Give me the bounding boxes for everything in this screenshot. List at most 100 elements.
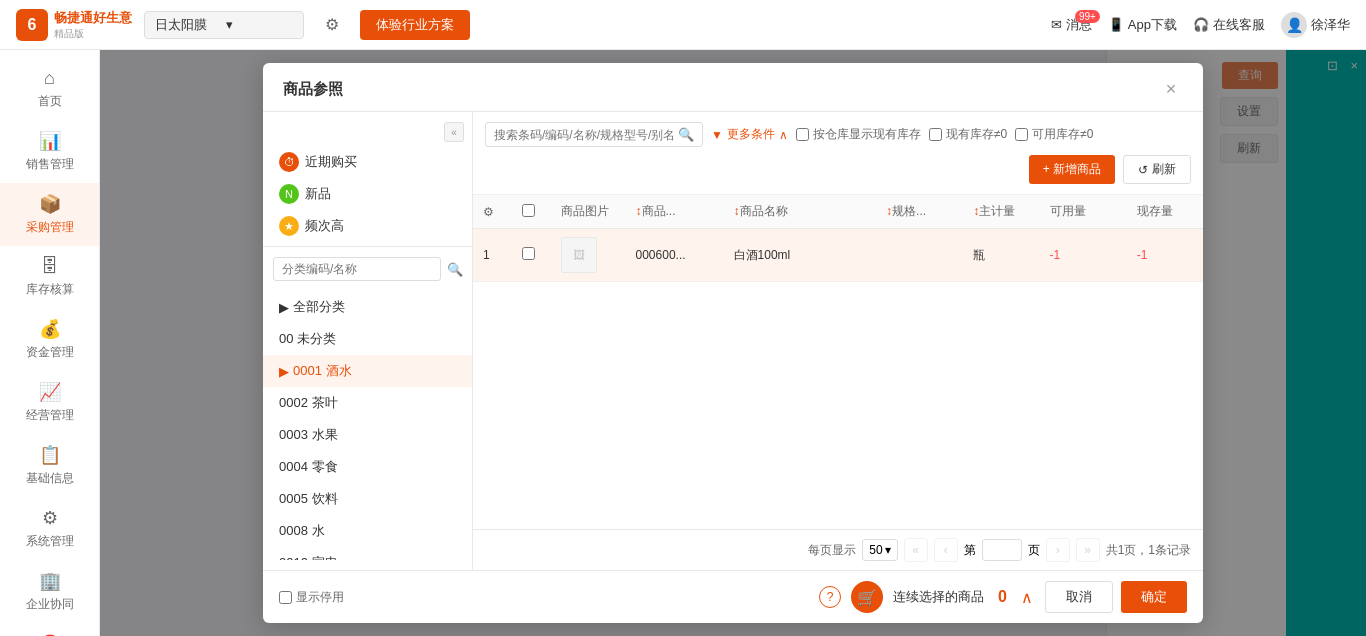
table-header: ⚙ 商品图片 ↕商品... ↕商品名称 [473,195,1203,229]
col-available-header: 可用量 [1040,195,1127,229]
modal-left-panel: « ⏱ 近期购买 N 新品 [263,112,473,570]
modal-close-btn[interactable]: × [1159,77,1183,101]
warehouse-checkbox[interactable] [796,128,809,141]
product-search-input[interactable] [494,128,674,142]
cart-btn[interactable]: 🛒 [851,581,883,613]
row-check[interactable] [512,229,551,282]
product-table: ⚙ 商品图片 ↕商品... ↕商品名称 [473,195,1203,282]
sidebar-item-inventory[interactable]: 🗄 库存核算 [0,246,99,308]
main-area: × ⊡ 查询 设置 刷新 商品参照 × [100,50,1366,636]
category-search-input[interactable] [273,257,441,281]
row-stock: -1 [1127,229,1203,282]
available-nonzero-checkbox[interactable] [929,128,942,141]
last-page-btn[interactable]: » [1076,538,1100,562]
nav-dropdown[interactable]: 日太阳膜 ▾ [144,11,304,39]
page-input[interactable]: 1 [982,539,1022,561]
category-00[interactable]: 00 未分类 [263,323,472,355]
sidebar-item-basic-info[interactable]: 📋 基础信息 [0,434,99,497]
show-disabled-checkbox[interactable] [279,591,292,604]
phone-icon: 📱 [1108,17,1124,32]
messages-btn[interactable]: ✉ 消息 99+ [1051,16,1092,34]
left-nav-new[interactable]: N 新品 [269,178,466,210]
modal-right-panel: 🔍 ▼ 更多条件 ∧ 按仓库显示现有库存 [473,112,1203,570]
message-badge: 99+ [1075,10,1100,23]
app-download-btn[interactable]: 📱 App下载 [1108,16,1177,34]
col-spec-header[interactable]: ↕规格... [876,195,963,229]
gear-button[interactable]: ⚙ [316,9,348,41]
available-nonzero-label[interactable]: 现有库存≠0 [929,126,1007,143]
category-0002[interactable]: 0002 茶叶 [263,387,472,419]
category-0010[interactable]: 0010 家电 [263,547,472,560]
col-img-header: 商品图片 [551,195,625,229]
col-name-header[interactable]: ↕商品名称 [724,195,877,229]
prev-page-btn[interactable]: ‹ [934,538,958,562]
user-avatar[interactable]: 👤 徐泽华 [1281,12,1350,38]
recent-icon: ⏱ [279,152,299,172]
select-all-checkbox[interactable] [522,204,535,217]
left-nav-freq[interactable]: ★ 频次高 [269,210,466,242]
trial-btn[interactable]: 体验行业方案 [360,10,470,40]
category-search: 🔍 [263,251,472,287]
sidebar-item-enterprise[interactable]: 🏢 企业协同 [0,560,99,623]
left-nav-recent[interactable]: ⏱ 近期购买 [269,146,466,178]
sidebar-item-purchase[interactable]: 📦 采购管理 [0,183,99,246]
per-page-chevron-icon: ▾ [885,543,891,557]
sort-icon2: ↕ [734,204,740,218]
sales-icon: 📊 [39,130,61,152]
refresh-icon: ↺ [1138,163,1148,177]
modal-title: 商品参照 [283,80,343,99]
add-product-btn[interactable]: + 新增商品 [1029,155,1115,184]
modal-header: 商品参照 × [263,63,1203,112]
category-0008[interactable]: 0008 水 [263,515,472,547]
footer-collapse-icon[interactable]: ∧ [1021,588,1033,607]
category-search-icon[interactable]: 🔍 [447,262,463,277]
sidebar-item-operations[interactable]: 📈 经营管理 [0,371,99,434]
online-service-btn[interactable]: 🎧 在线客服 [1193,16,1265,34]
col-code-header[interactable]: ↕商品... [626,195,724,229]
sidebar-item-system[interactable]: ⚙ 系统管理 [0,497,99,560]
category-0005[interactable]: 0005 饮料 [263,483,472,515]
warehouse-checkbox-label[interactable]: 按仓库显示现有库存 [796,126,921,143]
message-icon: ✉ [1051,17,1062,32]
show-disabled-label[interactable]: 显示停用 [279,589,344,606]
row-num: 1 [473,229,512,282]
category-0001[interactable]: ▶ 0001 酒水 [263,355,472,387]
left-nav: ⏱ 近期购买 N 新品 ★ 频次高 [263,146,472,242]
help-btn[interactable]: ? [819,586,841,608]
cancel-btn[interactable]: 取消 [1045,581,1113,613]
sidebar-item-sales[interactable]: 📊 销售管理 [0,120,99,183]
refresh-btn[interactable]: ↺ 刷新 [1123,155,1191,184]
category-0003[interactable]: 0003 水果 [263,419,472,451]
usable-nonzero-checkbox[interactable] [1015,128,1028,141]
page-label: 第 [964,542,976,559]
sidebar: ⌂ 首页 📊 销售管理 📦 采购管理 🗄 库存核算 💰 资金管理 📈 经营管理 … [0,50,100,636]
col-settings[interactable]: ⚙ [473,195,512,229]
sort-icon3: ↕ [886,204,892,218]
usable-nonzero-label[interactable]: 可用库存≠0 [1015,126,1093,143]
col-check [512,195,551,229]
sidebar-item-guide[interactable]: 🎯 新手引导 [0,623,99,636]
divider [263,246,472,247]
inventory-icon: 🗄 [41,256,59,277]
per-page-select[interactable]: 50 ▾ [862,539,897,561]
more-filter-btn[interactable]: ▼ 更多条件 ∧ [711,126,788,143]
nav-label: 日太阳膜 [155,16,222,34]
confirm-btn[interactable]: 确定 [1121,581,1187,613]
col-unit-header[interactable]: ↕主计量 [963,195,1039,229]
sidebar-item-finance[interactable]: 💰 资金管理 [0,308,99,371]
category-all[interactable]: ▶ 全部分类 [263,291,472,323]
modal-overlay: 商品参照 × « ⏱ 近期 [100,50,1366,636]
first-page-btn[interactable]: « [904,538,928,562]
filter-icon: ▼ [711,128,723,142]
collapse-left-btn[interactable]: « [444,122,464,142]
logo: 6 畅捷通好生意 精品版 [16,9,132,41]
headset-icon: 🎧 [1193,17,1209,32]
sidebar-item-home[interactable]: ⌂ 首页 [0,58,99,120]
product-search-icon[interactable]: 🔍 [678,127,694,142]
toolbar-actions: + 新增商品 ↺ 刷新 [1029,155,1191,184]
logo-text: 畅捷通好生意 精品版 [54,9,132,41]
category-0004[interactable]: 0004 零食 [263,451,472,483]
purchase-icon: 📦 [39,193,61,215]
next-page-btn[interactable]: › [1046,538,1070,562]
table-row[interactable]: 1 🖼 000600... 白酒100ml [473,229,1203,282]
